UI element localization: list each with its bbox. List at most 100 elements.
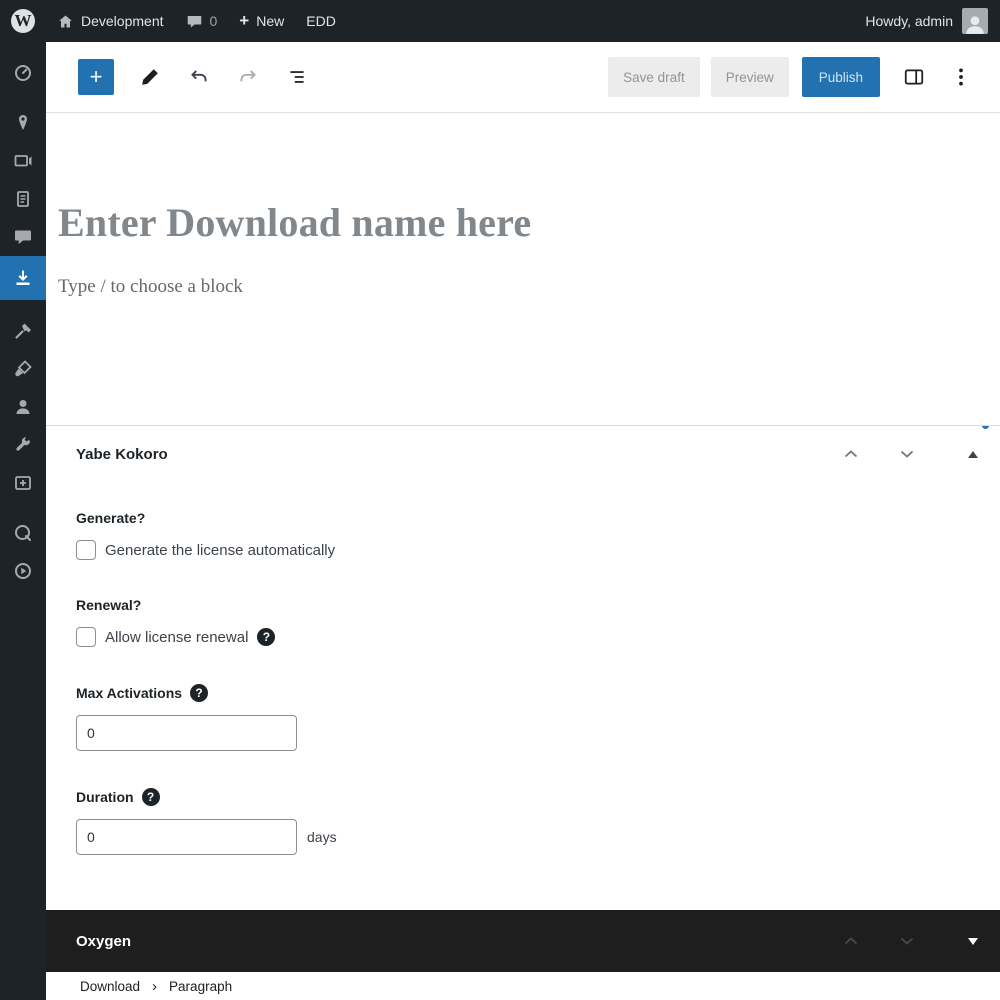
undo-button[interactable] xyxy=(186,64,212,90)
admin-bar: W Development 0 + New EDD Howdy, admin xyxy=(0,0,1000,42)
avatar xyxy=(962,8,988,34)
sidebar-item-comments[interactable] xyxy=(0,218,46,256)
comments-count: 0 xyxy=(209,13,218,29)
save-draft-button[interactable]: Save draft xyxy=(608,57,700,97)
chevron-up-icon xyxy=(844,450,858,458)
renewal-help-icon[interactable]: ? xyxy=(257,628,276,646)
list-view-button[interactable] xyxy=(284,64,310,90)
editor-canvas: Enter Download name here Type / to choos… xyxy=(46,113,1000,425)
sidebar-item-tools[interactable] xyxy=(0,426,46,464)
empty-block-placeholder[interactable]: Type / to choose a block xyxy=(58,276,960,298)
edd-menu-link[interactable]: EDD xyxy=(295,0,347,42)
generate-checkbox-row[interactable]: Generate the license automatically xyxy=(76,540,970,560)
editor-main: + Save draft Preview Publish Enter Downl… xyxy=(46,42,1000,1000)
move-up-button[interactable] xyxy=(840,443,862,465)
site-name-link[interactable]: Development xyxy=(46,0,175,42)
breadcrumb-separator-icon: › xyxy=(152,977,158,995)
options-menu-button[interactable] xyxy=(948,64,974,90)
breadcrumb-root[interactable]: Download xyxy=(80,979,140,994)
comments-bubble-icon xyxy=(187,15,201,28)
sidebar-item-dashboard[interactable] xyxy=(0,54,46,92)
yabe-kokoro-panel: Yabe Kokoro Generate? Generate the licen… xyxy=(46,425,1000,910)
admin-sidebar xyxy=(0,42,46,1000)
oxygen-panel-actions xyxy=(840,930,978,952)
dashboard-icon xyxy=(15,65,31,81)
breadcrumb-current[interactable]: Paragraph xyxy=(169,979,232,994)
wordpress-logo: W xyxy=(11,9,35,33)
users-icon xyxy=(16,400,30,414)
publish-button[interactable]: Publish xyxy=(801,57,880,97)
sidebar-item-pages[interactable] xyxy=(0,180,46,218)
sidebar-item-posts[interactable] xyxy=(0,104,46,142)
renewal-checkbox[interactable] xyxy=(76,627,96,647)
toolbar-right-group: Save draft Preview Publish xyxy=(608,57,974,97)
undo-icon xyxy=(191,70,207,82)
sidebar-item-plugin-play[interactable] xyxy=(0,552,46,590)
yabe-panel-body: Generate? Generate the license automatic… xyxy=(46,482,1000,885)
duration-label: Duration ? xyxy=(76,788,970,806)
downloads-icon xyxy=(16,270,30,285)
kebab-menu-icon xyxy=(959,68,963,86)
max-activations-input[interactable] xyxy=(76,715,297,751)
duration-input[interactable] xyxy=(76,819,297,855)
settings-sidebar-toggle[interactable] xyxy=(901,64,927,90)
chevron-up-icon xyxy=(844,937,858,945)
post-title-input[interactable]: Enter Download name here xyxy=(58,199,960,246)
sidebar-item-plugin-box[interactable] xyxy=(0,464,46,502)
play-circle-icon xyxy=(15,563,31,579)
block-inserter-button[interactable]: + xyxy=(78,59,114,95)
wordpress-menu[interactable]: W xyxy=(0,0,46,42)
q-circle-icon xyxy=(15,525,31,541)
oxygen-move-up-button[interactable] xyxy=(840,930,862,952)
renewal-label: Renewal? xyxy=(76,597,142,613)
account-menu[interactable]: Howdy, admin xyxy=(865,0,1000,42)
collapse-triangle-icon[interactable] xyxy=(968,450,978,458)
redo-icon xyxy=(240,70,256,82)
move-down-button[interactable] xyxy=(896,443,918,465)
oxygen-panel-title: Oxygen xyxy=(76,932,132,950)
yabe-panel-actions xyxy=(840,443,978,465)
editor-toolbar: + Save draft Preview Publish xyxy=(46,42,1000,113)
toolbar-left-group: + xyxy=(78,59,310,95)
pages-icon xyxy=(17,191,29,207)
sidebar-item-appearance[interactable] xyxy=(0,350,46,388)
tools-mode-button[interactable] xyxy=(137,64,163,90)
generate-checkbox[interactable] xyxy=(76,540,96,560)
max-activations-label: Max Activations ? xyxy=(76,684,970,702)
oxygen-move-down-button[interactable] xyxy=(896,930,918,952)
yabe-panel-title: Yabe Kokoro xyxy=(76,445,168,463)
sidebar-item-downloads[interactable] xyxy=(0,256,46,300)
preview-button[interactable]: Preview xyxy=(710,57,789,97)
duration-input-row: days xyxy=(76,806,970,855)
inserter-plus-icon: + xyxy=(89,64,103,89)
sidebar-item-users[interactable] xyxy=(0,388,46,426)
block-breadcrumb-bar: Download › Paragraph xyxy=(46,972,1000,1000)
generate-checkbox-label[interactable]: Generate the license automatically xyxy=(105,542,335,559)
caret-down-icon[interactable] xyxy=(968,937,978,945)
settings-sidebar-icon xyxy=(904,69,924,85)
oxygen-panel-header: Oxygen xyxy=(46,910,1000,972)
max-activations-help-icon[interactable]: ? xyxy=(190,684,209,702)
renewal-checkbox-row[interactable]: Allow license renewal ? xyxy=(76,627,970,647)
new-content-link[interactable]: + New xyxy=(228,0,295,42)
comments-link[interactable]: 0 xyxy=(175,0,229,42)
home-icon xyxy=(59,15,72,27)
sidebar-item-tools-hammer[interactable] xyxy=(0,312,46,350)
chevron-down-icon xyxy=(900,937,914,945)
pin-icon xyxy=(19,115,27,130)
wrench-icon xyxy=(16,437,31,451)
site-name: Development xyxy=(81,13,164,29)
plus-icon: + xyxy=(239,10,250,30)
comments-icon xyxy=(15,230,31,245)
list-view-icon xyxy=(290,71,304,83)
pencil-icon xyxy=(142,69,158,85)
redo-button[interactable] xyxy=(235,64,261,90)
generate-label: Generate? xyxy=(76,510,146,526)
wordpress-editor-screen: W Development 0 + New EDD Howdy, admin +… xyxy=(0,0,1000,1000)
hammer-icon xyxy=(15,323,31,339)
duration-unit-label: days xyxy=(307,829,337,845)
sidebar-item-media[interactable] xyxy=(0,142,46,180)
duration-help-icon[interactable]: ? xyxy=(141,788,160,806)
sidebar-item-plugin-q[interactable] xyxy=(0,514,46,552)
renewal-checkbox-label[interactable]: Allow license renewal xyxy=(105,629,248,646)
